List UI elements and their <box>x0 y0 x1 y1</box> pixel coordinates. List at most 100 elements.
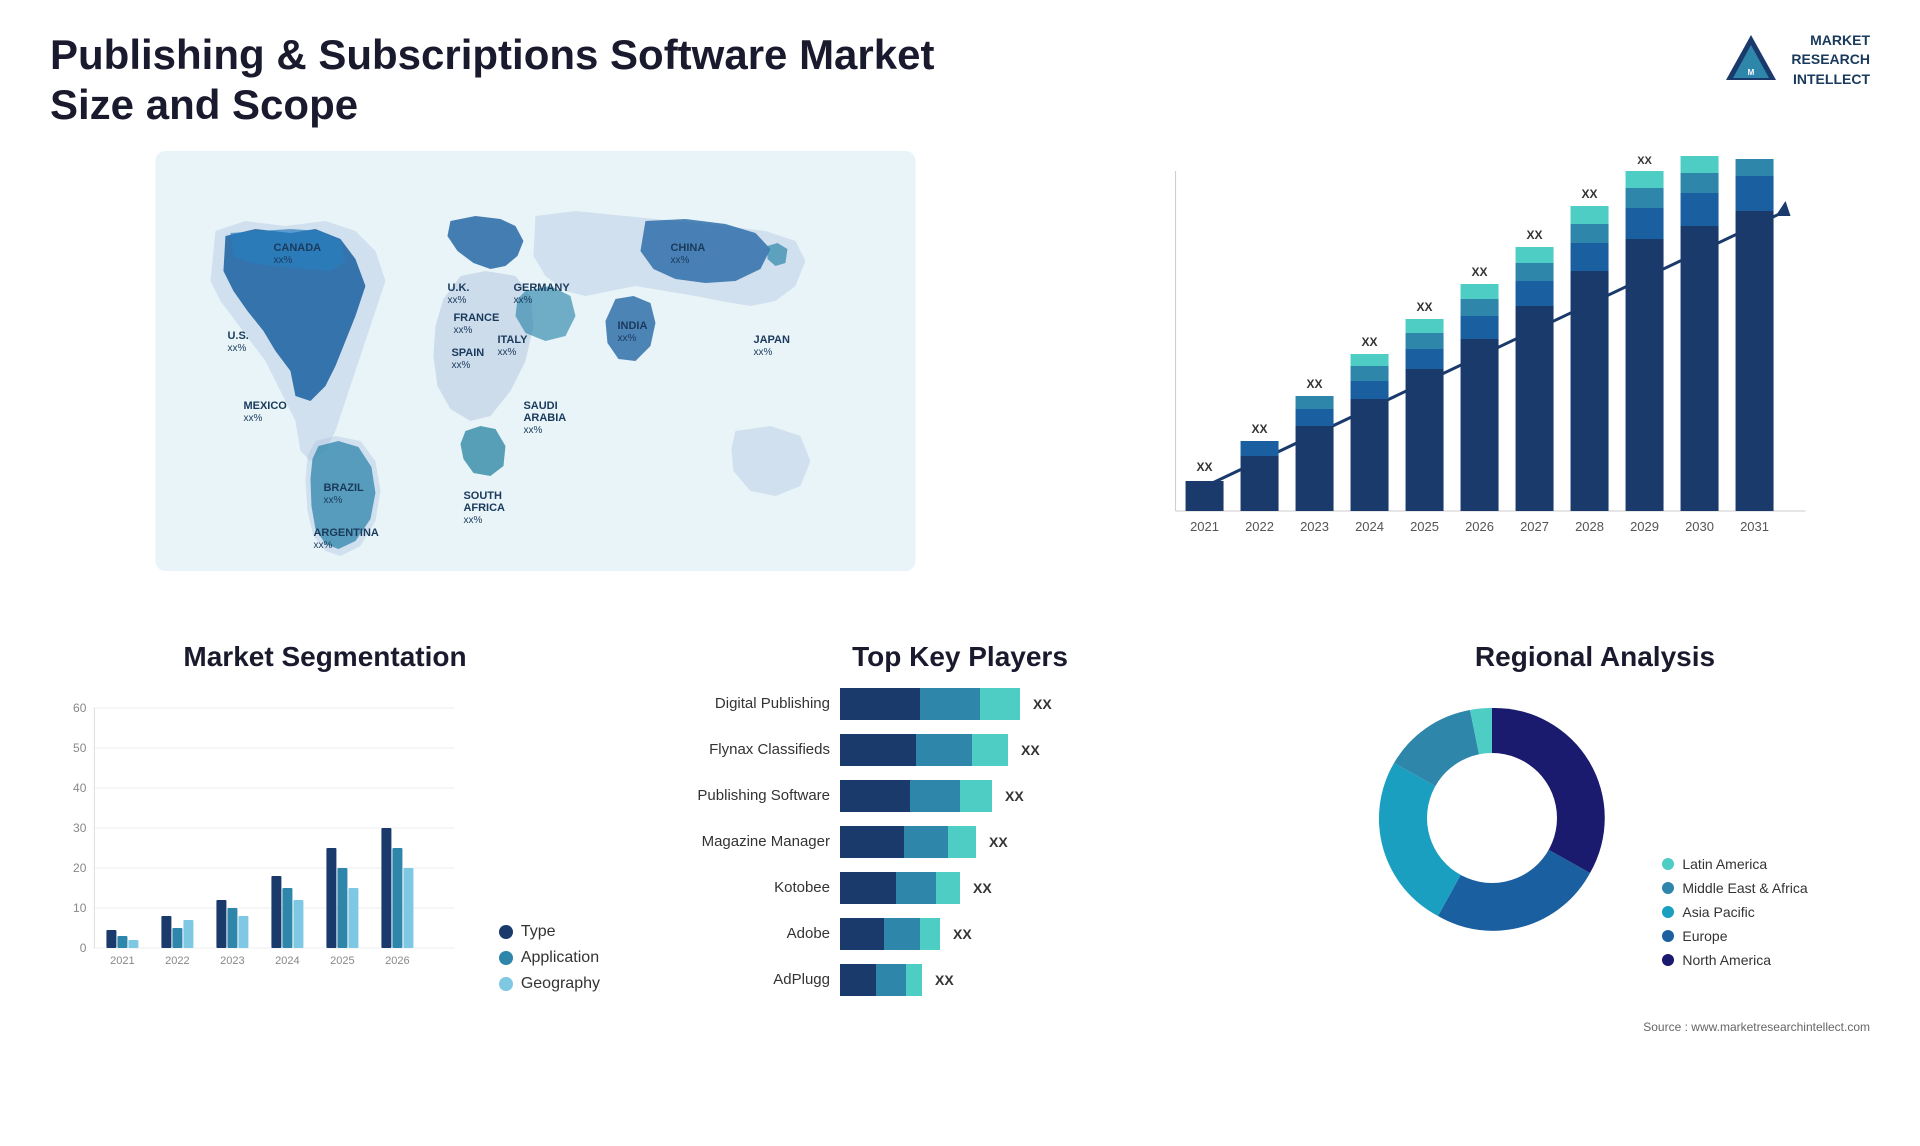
svg-text:XX: XX <box>1746 151 1762 154</box>
bar-seg1 <box>840 826 904 858</box>
svg-text:ARGENTINA: ARGENTINA <box>313 527 378 539</box>
svg-text:2030: 2030 <box>1685 519 1714 534</box>
regional-section-title: Regional Analysis <box>1320 641 1870 673</box>
svg-text:xx%: xx% <box>243 413 262 424</box>
reg-legend-dot <box>1662 954 1674 966</box>
player-value: XX <box>973 880 992 896</box>
svg-text:2023: 2023 <box>1300 519 1329 534</box>
bar-seg2 <box>920 688 980 720</box>
player-row: KotobeeXX <box>650 872 1270 904</box>
bar-2022: 2022 XX <box>1240 422 1278 534</box>
bar-seg3 <box>960 780 992 812</box>
bar-seg1 <box>840 688 920 720</box>
bar-seg2 <box>884 918 920 950</box>
reg-legend-dot <box>1662 906 1674 918</box>
players-list: Digital PublishingXXFlynax ClassifiedsXX… <box>630 688 1290 996</box>
player-row: Digital PublishingXX <box>650 688 1270 720</box>
svg-text:XX: XX <box>1361 335 1377 349</box>
growth-bar-chart: 2021 XX 2022 XX 2023 <box>1061 151 1870 571</box>
legend-app-label: Application <box>521 949 599 967</box>
player-value: XX <box>935 972 954 988</box>
market-seg-section: Market Segmentation 0 10 20 30 <box>50 641 600 993</box>
svg-text:30: 30 <box>73 821 87 835</box>
bar-2023: 2023 XX <box>1295 377 1333 534</box>
player-name: Adobe <box>650 925 830 942</box>
svg-text:xx%: xx% <box>323 495 342 506</box>
map-svg-container: CANADA xx% U.S. xx% MEXICO xx% BRAZIL xx… <box>50 151 1021 571</box>
player-bar <box>840 780 992 812</box>
player-bar-container: XX <box>840 918 1270 950</box>
bar-chart-container: 2021 XX 2022 XX 2023 <box>1061 151 1870 571</box>
bar-seg1 <box>840 964 876 996</box>
player-row: AdPlugg XX <box>650 964 1270 996</box>
canada-value: xx% <box>273 255 292 266</box>
reg-legend-item: Europe <box>1662 928 1807 944</box>
player-bar-container: XX <box>840 826 1270 858</box>
svg-text:JAPAN: JAPAN <box>753 334 790 346</box>
legend-type: Type <box>499 923 600 941</box>
regional-container: Latin America Middle East & Africa Asia Pa… <box>1320 688 1870 968</box>
bar-seg2 <box>910 780 960 812</box>
player-name: Flynax Classifieds <box>650 741 830 758</box>
logo-text: MARKET RESEARCH INTELLECT <box>1791 31 1870 90</box>
reg-legend-dot <box>1662 858 1674 870</box>
bar-seg1 <box>840 734 916 766</box>
bar-seg3 <box>980 688 1020 720</box>
player-bar <box>840 826 976 858</box>
donut-chart <box>1362 688 1642 968</box>
player-name: AdPlugg <box>650 971 830 988</box>
player-bar <box>840 918 940 950</box>
reg-legend-item: North America <box>1662 952 1807 968</box>
svg-text:2023: 2023 <box>220 955 244 967</box>
players-section-title: Top Key Players <box>630 641 1290 673</box>
map-section: CANADA xx% U.S. xx% MEXICO xx% BRAZIL xx… <box>50 151 1021 611</box>
svg-text:U.K.: U.K. <box>447 282 469 294</box>
reg-legend-label: North America <box>1682 952 1771 968</box>
page-container: Publishing & Subscriptions Software Mark… <box>0 0 1920 1064</box>
svg-text:FRANCE: FRANCE <box>453 312 499 324</box>
svg-text:2026: 2026 <box>385 955 409 967</box>
reg-legend-label: Latin America <box>1682 856 1767 872</box>
player-bar <box>840 688 1020 720</box>
svg-text:GERMANY: GERMANY <box>513 282 570 294</box>
legend-type-dot <box>499 925 513 939</box>
canada-label: CANADA <box>273 242 321 254</box>
regional-wrapper: Latin America Middle East & Africa Asia Pa… <box>1362 688 1827 968</box>
player-name: Digital Publishing <box>650 695 830 712</box>
player-bar-container: XX <box>840 964 1270 996</box>
svg-text:xx%: xx% <box>463 515 482 526</box>
legend-geography: Geography <box>499 975 600 993</box>
svg-text:2031: 2031 <box>1740 519 1769 534</box>
svg-text:XX: XX <box>1526 228 1542 242</box>
bar-2028: 2028 XX <box>1570 187 1608 534</box>
svg-text:2025: 2025 <box>1410 519 1439 534</box>
svg-text:2027: 2027 <box>1520 519 1549 534</box>
svg-text:U.S.: U.S. <box>227 330 248 342</box>
bar-seg2 <box>876 964 906 996</box>
svg-text:M: M <box>1748 68 1755 77</box>
svg-text:2021: 2021 <box>110 955 134 967</box>
world-map-svg: CANADA xx% U.S. xx% MEXICO xx% BRAZIL xx… <box>50 151 1021 571</box>
reg-legend-item: Middle East & Africa <box>1662 880 1807 896</box>
bar-2024: 2024 XX <box>1350 335 1388 534</box>
svg-text:AFRICA: AFRICA <box>463 502 505 514</box>
reg-legend-dot <box>1662 930 1674 942</box>
svg-text:xx%: xx% <box>313 540 332 551</box>
legend-geo-dot <box>499 977 513 991</box>
svg-text:XX: XX <box>1691 151 1707 154</box>
svg-text:60: 60 <box>73 701 87 715</box>
player-row: Publishing SoftwareXX <box>650 780 1270 812</box>
legend-application: Application <box>499 949 600 967</box>
bar-seg2 <box>896 872 936 904</box>
header: Publishing & Subscriptions Software Mark… <box>50 30 1870 131</box>
reg-legend-label: Asia Pacific <box>1682 904 1754 920</box>
svg-text:BRAZIL: BRAZIL <box>323 482 364 494</box>
player-row: Magazine ManagerXX <box>650 826 1270 858</box>
bar-seg3 <box>920 918 940 950</box>
svg-text:XX: XX <box>1306 377 1322 391</box>
reg-legend-label: Middle East & Africa <box>1682 880 1807 896</box>
reg-legend-item: Latin America <box>1662 856 1807 872</box>
player-value: XX <box>989 834 1008 850</box>
svg-text:xx%: xx% <box>497 347 516 358</box>
top-section: CANADA xx% U.S. xx% MEXICO xx% BRAZIL xx… <box>50 151 1870 611</box>
